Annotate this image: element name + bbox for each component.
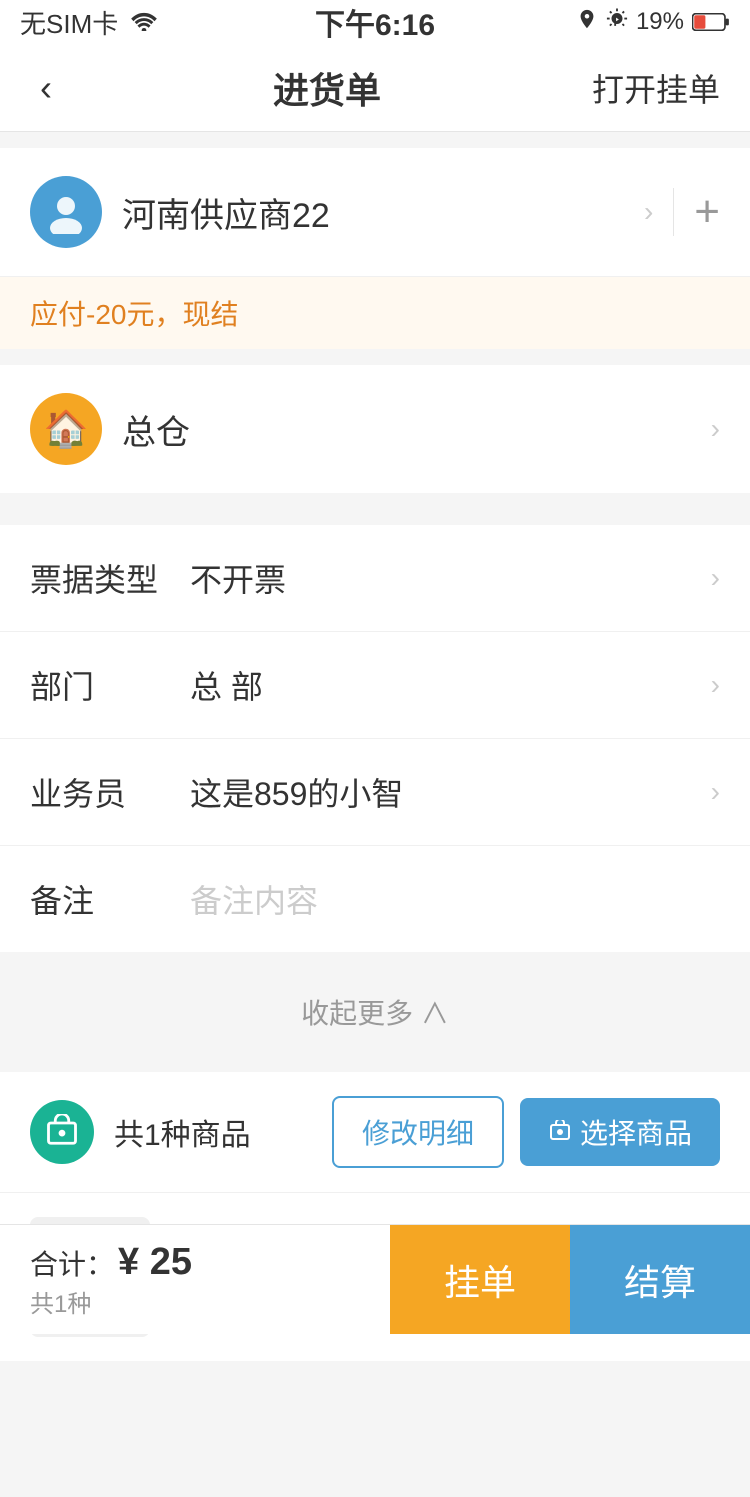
department-value: 总 部 [170,662,711,708]
carrier-text: 无SIM卡 [20,4,118,41]
supplier-row[interactable]: 河南供应商22 › + [0,148,750,277]
warehouse-chevron-icon: › [711,413,720,445]
remark-row[interactable]: 备注 备注内容 [0,846,750,952]
department-label: 部门 [30,662,170,708]
alarm-icon [606,8,628,37]
supplier-section: 河南供应商22 › + 应付-20元，现结 [0,148,750,349]
department-chevron-icon: › [711,669,720,701]
suspend-button[interactable]: 挂单 [390,1225,570,1334]
status-bar: 无SIM卡 下午6:16 19% [0,0,750,44]
remark-label: 备注 [30,876,170,922]
supplier-divider [673,188,674,236]
footer-spacer [0,1377,750,1497]
supplier-alert: 应付-20元，现结 [0,277,750,349]
salesperson-label: 业务员 [30,769,170,815]
warehouse-section[interactable]: 🏠 总仓 › [0,365,750,493]
location-icon [576,8,598,37]
nav-bar: ‹ 进货单 打开挂单 [0,44,750,132]
footer: 合计： ¥ 25 共1种 挂单 结算 [0,1224,750,1334]
salesperson-value: 这是859的小智 [170,769,711,815]
wifi-icon [130,7,158,38]
back-button[interactable]: ‹ [30,57,62,119]
checkout-button[interactable]: 结算 [570,1225,750,1334]
select-product-button[interactable]: 选择商品 [520,1098,720,1166]
battery-icon [692,13,730,31]
remark-input[interactable]: 备注内容 [170,876,720,922]
select-product-label: 选择商品 [580,1112,692,1152]
supplier-avatar [30,176,102,248]
footer-total-sub: 共1种 [30,1284,360,1319]
salesperson-row[interactable]: 业务员 这是859的小智 › [0,739,750,846]
supplier-chevron-icon: › [644,196,653,228]
invoice-chevron-icon: › [711,562,720,594]
collapse-row[interactable]: 收起更多 ∧ [0,968,750,1056]
separator-1 [0,132,750,148]
footer-total-label: 合计： [30,1243,114,1283]
department-row[interactable]: 部门 总 部 › [0,632,750,739]
form-section: 票据类型 不开票 › 部门 总 部 › 业务员 这是859的小智 › 备注 备注… [0,525,750,952]
battery-text: 19% [636,8,684,36]
invoice-type-row[interactable]: 票据类型 不开票 › [0,525,750,632]
add-supplier-icon[interactable]: + [694,187,720,237]
invoice-type-label: 票据类型 [30,555,170,601]
supplier-name: 河南供应商22 [122,188,644,237]
page-title: 进货单 [273,62,381,114]
products-count: 共1种商品 [114,1110,332,1154]
open-pending-button[interactable]: 打开挂单 [592,65,720,111]
status-left: 无SIM卡 [20,4,158,41]
invoice-type-value: 不开票 [170,555,711,601]
warehouse-icon-symbol: 🏠 [44,408,89,450]
edit-detail-button[interactable]: 修改明细 [332,1096,504,1168]
products-icon [30,1100,94,1164]
products-header: 共1种商品 修改明细 选择商品 [0,1072,750,1193]
status-right: 19% [576,8,730,37]
separator-2 [0,509,750,525]
warehouse-name: 总仓 [122,405,711,454]
status-time: 下午6:16 [315,0,435,44]
salesperson-chevron-icon: › [711,776,720,808]
footer-total: 合计： ¥ 25 共1种 [0,1225,390,1334]
warehouse-icon: 🏠 [30,393,102,465]
footer-total-amount: ¥ 25 [118,1241,192,1284]
